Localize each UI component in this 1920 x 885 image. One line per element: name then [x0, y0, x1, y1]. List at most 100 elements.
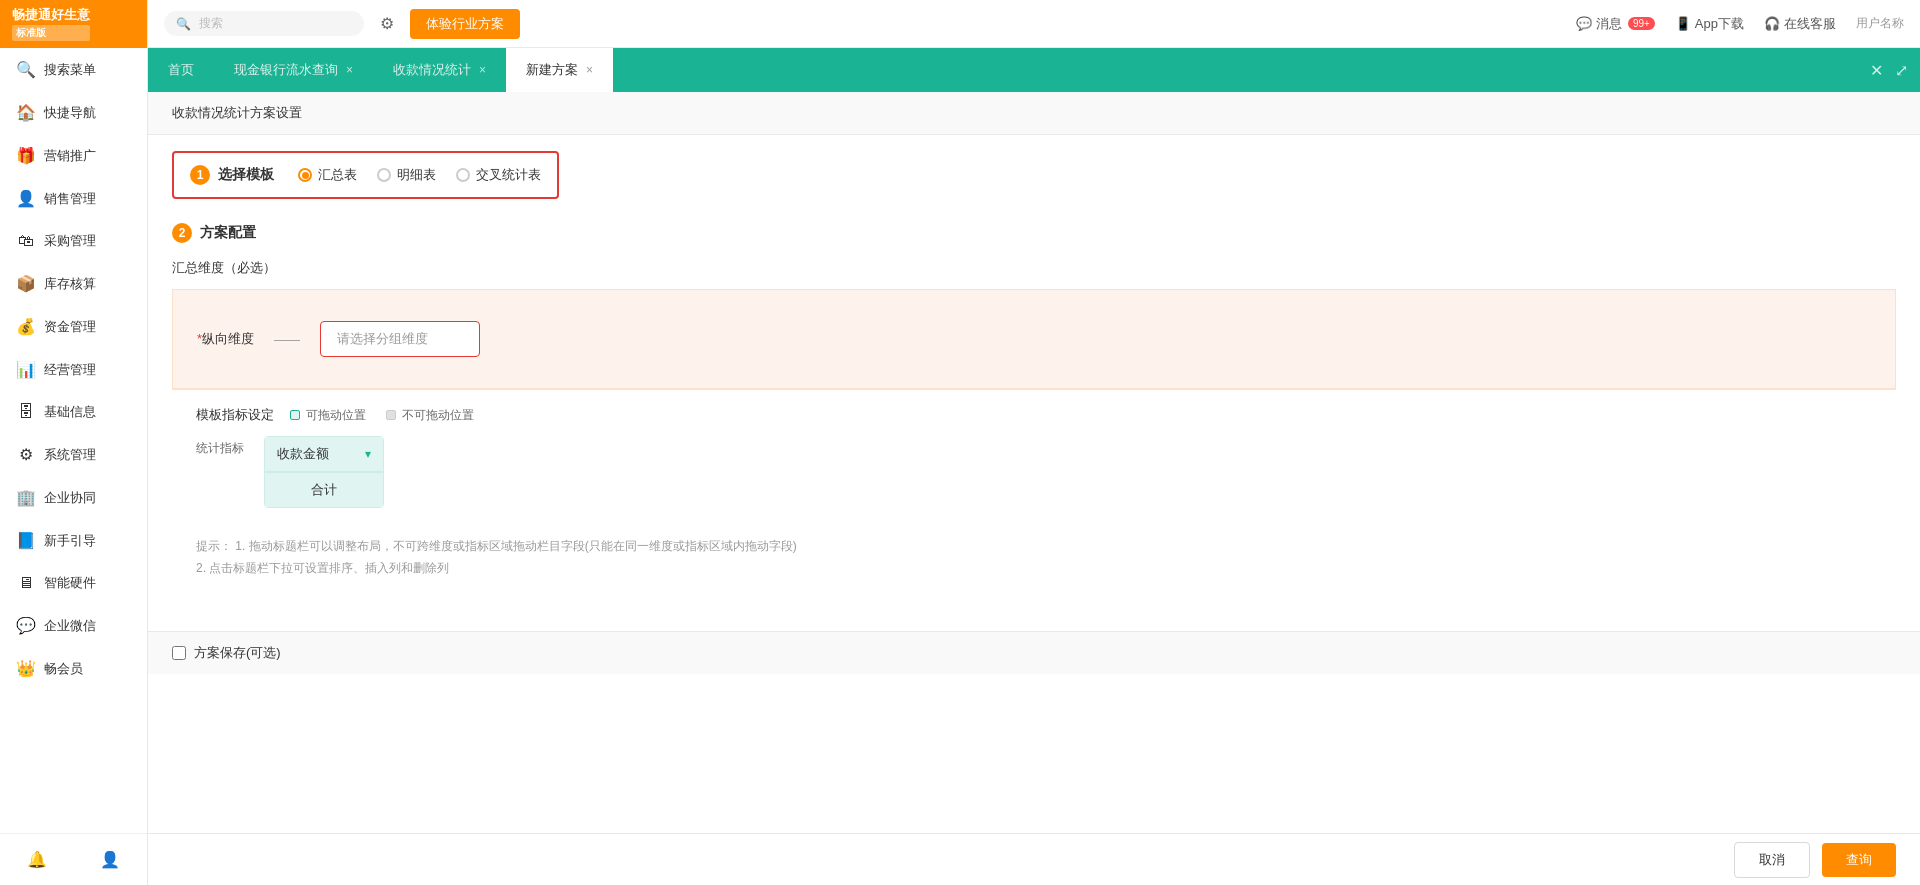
radio-summary-circle — [298, 168, 312, 182]
sidebar-bottom-item-1[interactable]: 🔔 — [0, 842, 74, 877]
sidebar-logo: 畅捷通好生意 标准版 — [0, 0, 147, 48]
main: 🔍 搜索 ⚙ 体验行业方案 💬 消息 99+ 📱 App下载 🎧 在线客服 用户… — [148, 0, 1920, 885]
sidebar-item-wechat[interactable]: 💬 企业微信 — [0, 604, 147, 647]
hint-1: 提示： 1. 拖动标题栏可以调整布局，不可跨维度或指标区域拖动栏目字段(只能在同… — [196, 536, 1872, 558]
sidebar-item-label: 系统管理 — [44, 446, 96, 464]
search-text: 搜索 — [199, 15, 223, 32]
sidebar-item-member[interactable]: 👑 畅会员 — [0, 647, 147, 690]
sidebar-item-sales[interactable]: 👤 销售管理 — [0, 177, 147, 220]
tab-receipt-stats-close[interactable]: × — [479, 63, 486, 77]
tab-new-plan-close[interactable]: × — [586, 63, 593, 77]
tab-new-plan[interactable]: 新建方案 × — [506, 48, 613, 92]
sales-icon: 👤 — [16, 189, 36, 208]
sidebar-item-inventory[interactable]: 📦 库存核算 — [0, 262, 147, 305]
sidebar-bottom: 🔔 👤 — [0, 833, 147, 885]
hint-2: 2. 点击标题栏下拉可设置排序、插入列和删除列 — [196, 558, 1872, 580]
query-button[interactable]: 查询 — [1822, 843, 1896, 877]
page-header: 收款情况统计方案设置 — [148, 92, 1920, 135]
chevron-down-icon: ▾ — [365, 447, 371, 461]
sidebar-item-label: 快捷导航 — [44, 104, 96, 122]
hints-section: 提示： 1. 拖动标题栏可以调整布局，不可跨维度或指标区域拖动栏目字段(只能在同… — [172, 524, 1896, 591]
section1-num: 1 — [190, 165, 210, 185]
stats-column: 收款金额 ▾ 合计 — [264, 436, 384, 508]
radio-summary[interactable]: 汇总表 — [298, 166, 357, 184]
radio-cross-circle — [456, 168, 470, 182]
sidebar-item-enterprise[interactable]: 🏢 企业协同 — [0, 476, 147, 519]
sidebar-item-hardware[interactable]: 🖥 智能硬件 — [0, 562, 147, 604]
section1-label: 选择模板 — [218, 166, 274, 184]
legend-fixed-label: 不可拖动位置 — [402, 407, 474, 424]
section2-num: 2 — [172, 223, 192, 243]
tab-cash-flow-label: 现金银行流水查询 — [234, 61, 338, 79]
topbar: 🔍 搜索 ⚙ 体验行业方案 💬 消息 99+ 📱 App下载 🎧 在线客服 用户… — [148, 0, 1920, 48]
legend-draggable-label: 可拖动位置 — [306, 407, 366, 424]
tab-home[interactable]: 首页 — [148, 48, 214, 92]
sidebar-item-quicknav[interactable]: 🏠 快捷导航 — [0, 91, 147, 134]
sidebar-item-label: 采购管理 — [44, 232, 96, 250]
sidebar-item-marketing[interactable]: 🎁 营销推广 — [0, 134, 147, 177]
version-badge: 标准版 — [12, 25, 90, 41]
close-all-icon[interactable]: ✕ — [1870, 61, 1883, 80]
arrow-line: —— — [274, 332, 300, 347]
cancel-button[interactable]: 取消 — [1734, 842, 1810, 878]
dimension-title: 汇总维度（必选） — [172, 259, 1896, 277]
notification-label: 消息 — [1596, 15, 1622, 33]
content-area: 收款情况统计方案设置 1 选择模板 汇总表 — [148, 92, 1920, 833]
template-radio-group: 汇总表 明细表 交叉统计表 — [298, 166, 541, 184]
tab-receipt-stats[interactable]: 收款情况统计 × — [373, 48, 506, 92]
legend-draggable: 可拖动位置 — [290, 407, 366, 424]
tabs-right-actions: ✕ ⤢ — [1870, 61, 1920, 80]
finance-icon: 💰 — [16, 317, 36, 336]
radio-cross[interactable]: 交叉统计表 — [456, 166, 541, 184]
tab-cash-flow-close[interactable]: × — [346, 63, 353, 77]
sidebar-item-label: 新手引导 — [44, 532, 96, 550]
save-checkbox[interactable] — [172, 646, 186, 660]
member-icon: 👑 — [16, 659, 36, 678]
user-name: 用户名称 — [1856, 15, 1904, 32]
footer-save: 方案保存(可选) — [148, 631, 1920, 674]
sidebar-item-label: 销售管理 — [44, 190, 96, 208]
gear-icon[interactable]: ⚙ — [380, 14, 394, 33]
service-item[interactable]: 🎧 在线客服 — [1764, 15, 1836, 33]
download-item[interactable]: 📱 App下载 — [1675, 15, 1744, 33]
sidebar-item-label: 企业微信 — [44, 617, 96, 635]
dimension-select[interactable]: 请选择分组维度 — [320, 321, 480, 357]
inventory-icon: 📦 — [16, 274, 36, 293]
tab-new-plan-label: 新建方案 — [526, 61, 578, 79]
sidebar-item-base[interactable]: 🗄 基础信息 — [0, 391, 147, 433]
sidebar-item-finance[interactable]: 💰 资金管理 — [0, 305, 147, 348]
stats-column-header[interactable]: 收款金额 ▾ — [265, 437, 383, 472]
template-selection-box: 1 选择模板 汇总表 明细表 — [172, 151, 559, 199]
download-label: App下载 — [1695, 15, 1744, 33]
indicators-title: 模板指标设定 — [196, 406, 274, 424]
sidebar-item-label: 基础信息 — [44, 403, 96, 421]
legend-fixed: 不可拖动位置 — [386, 407, 474, 424]
download-icon: 📱 — [1675, 16, 1691, 31]
marketing-icon: 🎁 — [16, 146, 36, 165]
sidebar-item-operations[interactable]: 📊 经营管理 — [0, 348, 147, 391]
sidebar-item-label: 智能硬件 — [44, 574, 96, 592]
purchase-icon: 🛍 — [16, 232, 36, 250]
stats-column-total: 合计 — [265, 472, 383, 507]
sidebar: 畅捷通好生意 标准版 🔍 搜索菜单 🏠 快捷导航 🎁 营销推广 👤 销售管理 🛍… — [0, 0, 148, 885]
search-box[interactable]: 🔍 搜索 — [164, 11, 364, 36]
section-config: 2 方案配置 汇总维度（必选） *纵向维度 —— 请选择分组维度 — [172, 223, 1896, 591]
tab-receipt-stats-label: 收款情况统计 — [393, 61, 471, 79]
trial-button[interactable]: 体验行业方案 — [410, 9, 520, 39]
sidebar-item-guide[interactable]: 📘 新手引导 — [0, 519, 147, 562]
sidebar-bottom-item-2[interactable]: 👤 — [74, 842, 148, 877]
dimension-area: *纵向维度 —— 请选择分组维度 — [172, 289, 1896, 389]
stats-area-label: 统计指标 — [196, 436, 244, 508]
search-icon: 🔍 — [176, 17, 191, 31]
sidebar-item-label: 营销推广 — [44, 147, 96, 165]
sidebar-item-purchase[interactable]: 🛍 采购管理 — [0, 220, 147, 262]
sidebar-item-label: 资金管理 — [44, 318, 96, 336]
radio-detail[interactable]: 明细表 — [377, 166, 436, 184]
sidebar-item-system[interactable]: ⚙ 系统管理 — [0, 433, 147, 476]
radio-detail-circle — [377, 168, 391, 182]
sidebar-item-search[interactable]: 🔍 搜索菜单 — [0, 48, 147, 91]
maximize-icon[interactable]: ⤢ — [1895, 61, 1908, 80]
tab-cash-flow[interactable]: 现金银行流水查询 × — [214, 48, 373, 92]
service-icon: 🎧 — [1764, 16, 1780, 31]
notification-item[interactable]: 💬 消息 99+ — [1576, 15, 1655, 33]
